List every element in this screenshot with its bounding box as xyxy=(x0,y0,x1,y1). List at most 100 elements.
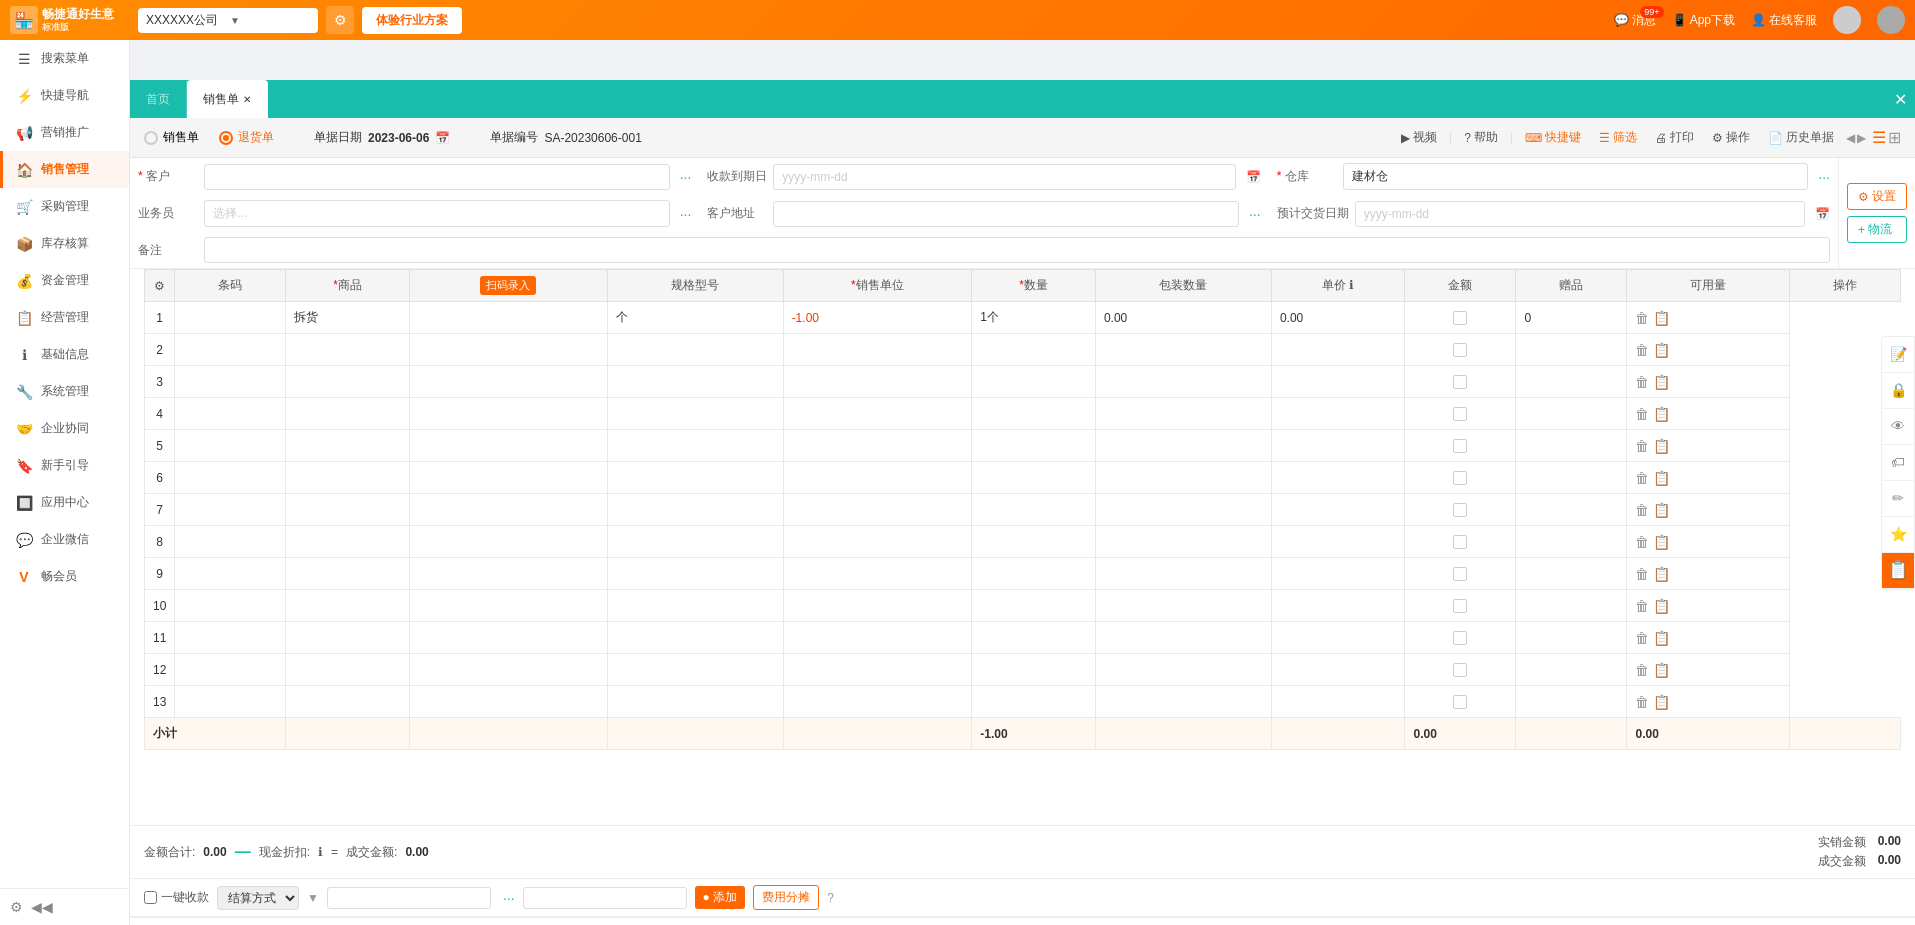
row-gift[interactable] xyxy=(1405,302,1516,334)
close-all-icon[interactable]: ✕ xyxy=(1894,90,1907,109)
scan-button[interactable]: 扫码录入 xyxy=(480,276,536,295)
row-gift[interactable] xyxy=(1405,334,1516,366)
row-barcode[interactable] xyxy=(175,494,286,526)
gift-checkbox[interactable] xyxy=(1453,503,1467,517)
expected-date-input[interactable]: yyyy-mm-dd xyxy=(1355,201,1805,227)
sidebar-item-inventory[interactable]: 📦 库存核算 xyxy=(0,225,129,262)
row-qty[interactable]: -1.00 xyxy=(783,302,972,334)
row-price[interactable] xyxy=(1095,686,1271,718)
row-spec[interactable] xyxy=(410,526,608,558)
copy-row-icon[interactable]: 📋 xyxy=(1653,566,1670,582)
history-btn[interactable]: 📄 历史单据 xyxy=(1762,126,1840,149)
gift-checkbox[interactable] xyxy=(1453,439,1467,453)
row-pack-qty[interactable] xyxy=(972,366,1096,398)
one-click-checkbox[interactable] xyxy=(144,891,157,904)
row-barcode[interactable] xyxy=(175,366,286,398)
copy-row-icon[interactable]: 📋 xyxy=(1653,598,1670,614)
row-spec[interactable] xyxy=(410,558,608,590)
delete-row-icon[interactable]: 🗑 xyxy=(1635,598,1649,614)
sidebar-item-capital[interactable]: 💰 资金管理 xyxy=(0,262,129,299)
add-payment-button[interactable]: ● 添加 xyxy=(695,886,746,909)
row-spec[interactable] xyxy=(410,686,608,718)
row-amount[interactable] xyxy=(1271,590,1405,622)
message-button[interactable]: 💬 消息 99+ xyxy=(1614,12,1656,29)
row-gift[interactable] xyxy=(1405,654,1516,686)
row-unit[interactable] xyxy=(607,686,783,718)
row-unit[interactable] xyxy=(607,654,783,686)
row-gift[interactable] xyxy=(1405,526,1516,558)
account-picker-icon[interactable]: ··· xyxy=(503,890,515,906)
customer-addr-picker-icon[interactable]: ··· xyxy=(1249,206,1261,222)
sidebar-item-system[interactable]: 🔧 系统管理 xyxy=(0,373,129,410)
row-product[interactable] xyxy=(286,622,410,654)
copy-row-icon[interactable]: 📋 xyxy=(1653,502,1670,518)
radio-return-order[interactable]: 退货单 xyxy=(219,129,274,146)
row-product[interactable] xyxy=(286,334,410,366)
row-product[interactable] xyxy=(286,462,410,494)
gift-checkbox[interactable] xyxy=(1453,535,1467,549)
th-scan[interactable]: 扫码录入 xyxy=(410,270,608,302)
row-spec[interactable] xyxy=(410,590,608,622)
row-unit[interactable] xyxy=(607,398,783,430)
settlement-method-select[interactable]: 结算方式 xyxy=(217,886,299,910)
due-date-calendar-icon[interactable]: 📅 xyxy=(1246,170,1261,184)
nav-prev-icon[interactable]: ◀ xyxy=(1846,131,1855,145)
row-barcode[interactable] xyxy=(175,302,286,334)
row-barcode[interactable] xyxy=(175,558,286,590)
copy-row-icon[interactable]: 📋 xyxy=(1653,438,1670,454)
row-pack-qty[interactable] xyxy=(972,462,1096,494)
shortcut-btn[interactable]: ⌨ 快捷键 xyxy=(1519,126,1587,149)
row-qty[interactable] xyxy=(783,622,972,654)
row-gift[interactable] xyxy=(1405,430,1516,462)
row-amount[interactable] xyxy=(1271,462,1405,494)
row-price[interactable] xyxy=(1095,462,1271,494)
gift-checkbox[interactable] xyxy=(1453,471,1467,485)
row-pack-qty[interactable] xyxy=(972,526,1096,558)
row-product[interactable] xyxy=(286,558,410,590)
rf-lock[interactable]: 🔒 xyxy=(1882,373,1914,409)
gift-checkbox[interactable] xyxy=(1453,375,1467,389)
rf-edit[interactable]: ✏ xyxy=(1882,481,1914,517)
rf-tag[interactable]: 🏷 xyxy=(1882,445,1914,481)
row-amount[interactable] xyxy=(1271,686,1405,718)
copy-row-icon[interactable]: 📋 xyxy=(1653,374,1670,390)
row-product[interactable] xyxy=(286,494,410,526)
delete-row-icon[interactable]: 🗑 xyxy=(1635,566,1649,582)
sidebar-item-corpwechat[interactable]: 💬 企业微信 xyxy=(0,521,129,558)
operation-btn[interactable]: ⚙ 操作 xyxy=(1706,126,1756,149)
row-amount[interactable] xyxy=(1271,558,1405,590)
sidebar-collapse-icon[interactable]: ◀◀ xyxy=(31,899,53,915)
row-price[interactable] xyxy=(1095,494,1271,526)
warehouse-picker-icon[interactable]: ··· xyxy=(1818,169,1830,185)
row-spec[interactable] xyxy=(410,430,608,462)
row-product[interactable] xyxy=(286,526,410,558)
row-product[interactable] xyxy=(286,430,410,462)
row-qty[interactable] xyxy=(783,654,972,686)
row-unit[interactable] xyxy=(607,590,783,622)
row-price[interactable]: 0.00 xyxy=(1095,302,1271,334)
grid-view-icon[interactable]: ⊞ xyxy=(1888,128,1901,147)
one-click-payment[interactable]: 一键收款 xyxy=(144,889,209,906)
salesperson-picker-icon[interactable]: ··· xyxy=(680,206,692,222)
copy-row-icon[interactable]: 📋 xyxy=(1653,470,1670,486)
row-pack-qty[interactable] xyxy=(972,494,1096,526)
row-product[interactable] xyxy=(286,654,410,686)
row-spec[interactable] xyxy=(410,462,608,494)
row-barcode[interactable] xyxy=(175,462,286,494)
row-qty[interactable] xyxy=(783,398,972,430)
rf-active[interactable]: 📋 xyxy=(1882,553,1914,589)
delete-row-icon[interactable]: 🗑 xyxy=(1635,662,1649,678)
customer-addr-input[interactable] xyxy=(773,201,1239,227)
warehouse-input[interactable]: 建材仓 xyxy=(1343,163,1809,190)
delete-row-icon[interactable]: 🗑 xyxy=(1635,534,1649,550)
delete-row-icon[interactable]: 🗑 xyxy=(1635,374,1649,390)
company-selector[interactable]: XXXXXX公司 ▼ xyxy=(138,8,318,33)
row-gift[interactable] xyxy=(1405,366,1516,398)
row-unit[interactable] xyxy=(607,526,783,558)
row-amount[interactable] xyxy=(1271,334,1405,366)
gift-checkbox[interactable] xyxy=(1453,343,1467,357)
row-price[interactable] xyxy=(1095,558,1271,590)
row-price[interactable] xyxy=(1095,590,1271,622)
row-price[interactable] xyxy=(1095,654,1271,686)
row-amount[interactable] xyxy=(1271,622,1405,654)
